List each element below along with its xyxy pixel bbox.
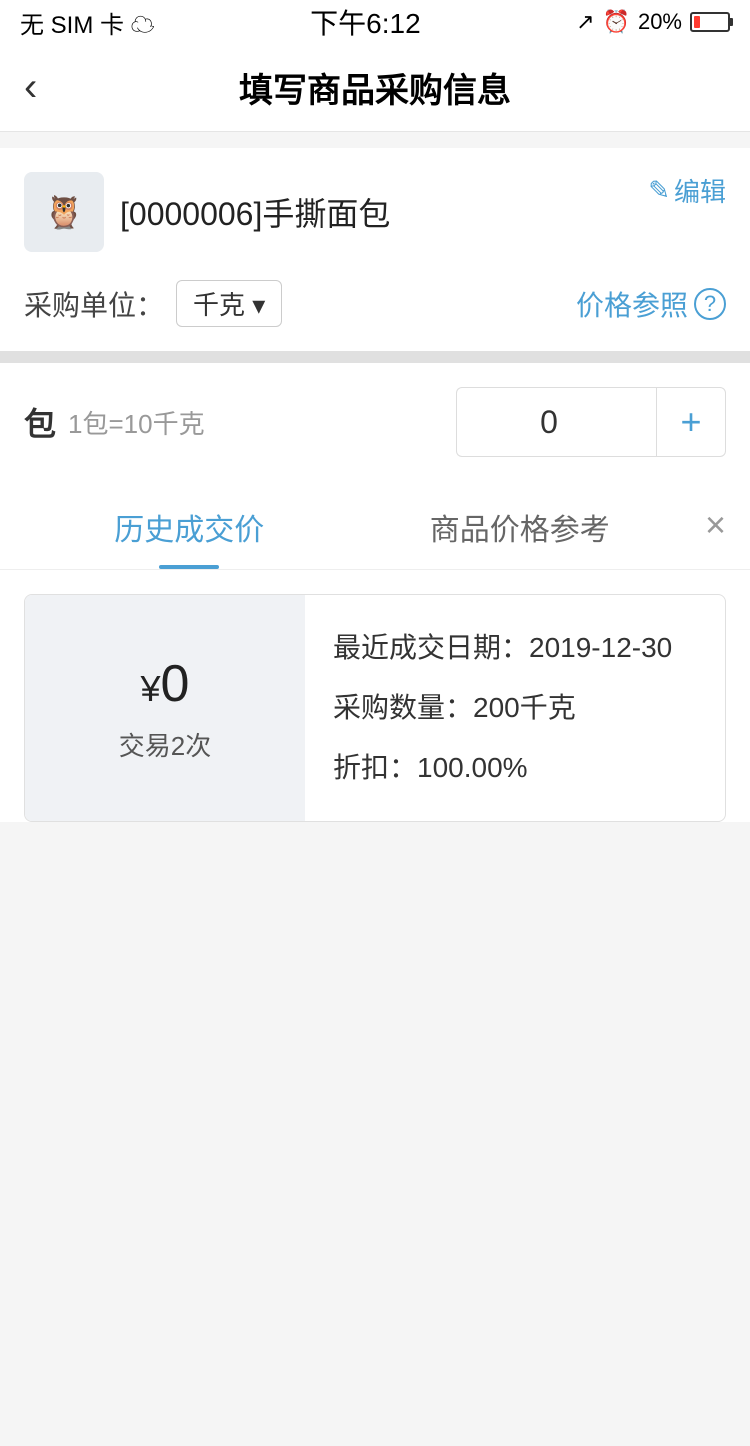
recent-date-value: 2019-12-30 (529, 632, 672, 663)
product-card: 🦉 [0000006]手撕面包 ✎ 编辑 采购单位： 千克 ▾ 价格参照 ? (0, 148, 750, 351)
purchase-qty-label: 采购数量： (333, 692, 473, 723)
recent-date-row: 最近成交日期：2019-12-30 (333, 627, 697, 669)
product-left: 🦉 [0000006]手撕面包 (24, 172, 390, 252)
page-title: 填写商品采购信息 (239, 63, 511, 112)
purchase-qty-row: 采购数量：200千克 (333, 687, 697, 729)
location-icon: ↗ (576, 9, 594, 35)
status-right: ↗ ⏰ 20% (576, 9, 730, 35)
discount-row: 折扣：100.00% (333, 747, 697, 789)
bottom-sheet: 历史成交价 商品价格参考 × ¥0 交易2次 最近成交日期：2019-12-30… (0, 481, 750, 822)
transaction-count: 交易2次 (119, 726, 211, 763)
price-ref-label: 价格参照 (576, 284, 688, 324)
product-meta: 采购单位： 千克 ▾ 价格参照 ? (24, 280, 726, 327)
unit-description: 1包=10千克 (68, 404, 205, 441)
nav-bar: ‹ 填写商品采购信息 (0, 44, 750, 132)
no-sim-text: 无 SIM 卡 ☁ (20, 5, 155, 40)
price-left-panel: ¥0 交易2次 (25, 595, 305, 821)
section-divider (0, 351, 750, 363)
price-right-panel: 最近成交日期：2019-12-30 采购数量：200千克 折扣：100.00% (305, 595, 725, 821)
product-name: [0000006]手撕面包 (120, 189, 390, 235)
help-icon: ? (694, 288, 726, 320)
edit-label: 编辑 (674, 172, 726, 209)
quantity-row: 包 1包=10千克 + (0, 363, 750, 481)
purchase-qty-value: 200千克 (473, 692, 576, 723)
quantity-input-group: + (456, 387, 726, 457)
discount-value: 100.00% (417, 752, 528, 783)
recent-date-label: 最近成交日期： (333, 632, 529, 663)
status-left: 无 SIM 卡 ☁ (20, 5, 155, 40)
product-header: 🦉 [0000006]手撕面包 ✎ 编辑 (24, 172, 726, 252)
battery-percent: 20% (638, 9, 682, 35)
purchase-unit: 采购单位： 千克 ▾ (24, 280, 282, 327)
unit-dropdown[interactable]: 千克 ▾ (176, 280, 282, 327)
purchase-unit-label: 采购单位： (24, 284, 164, 324)
back-button[interactable]: ‹ (24, 65, 37, 110)
quantity-input[interactable] (456, 387, 656, 457)
product-thumbnail: 🦉 (24, 172, 104, 252)
quantity-label: 包 1包=10千克 (24, 399, 205, 445)
currency-symbol: ¥ (141, 668, 161, 709)
tab-product-price-reference[interactable]: 商品价格参考 (354, 481, 684, 569)
quantity-plus-button[interactable]: + (656, 387, 726, 457)
status-time: 下午6:12 (310, 2, 421, 42)
price-number: 0 (161, 655, 190, 713)
edit-icon: ✎ (648, 175, 670, 206)
unit-value: 千克 ▾ (193, 285, 265, 322)
discount-label: 折扣： (333, 752, 417, 783)
price-card: ¥0 交易2次 最近成交日期：2019-12-30 采购数量：200千克 折扣：… (24, 594, 726, 822)
tab-history-price[interactable]: 历史成交价 (24, 481, 354, 569)
product-logo-icon: 🦉 (44, 193, 84, 231)
edit-button[interactable]: ✎ 编辑 (648, 172, 726, 209)
status-bar: 无 SIM 卡 ☁ 下午6:12 ↗ ⏰ 20% (0, 0, 750, 44)
tab-bar: 历史成交价 商品价格参考 × (0, 481, 750, 570)
unit-badge: 包 (24, 399, 56, 445)
page-background (0, 846, 750, 1446)
close-button[interactable]: × (685, 484, 726, 566)
battery-fill (694, 16, 700, 28)
alarm-icon: ⏰ (603, 9, 630, 35)
price-value: ¥0 (141, 654, 190, 714)
battery-icon (690, 12, 730, 32)
price-reference-button[interactable]: 价格参照 ? (576, 284, 726, 324)
